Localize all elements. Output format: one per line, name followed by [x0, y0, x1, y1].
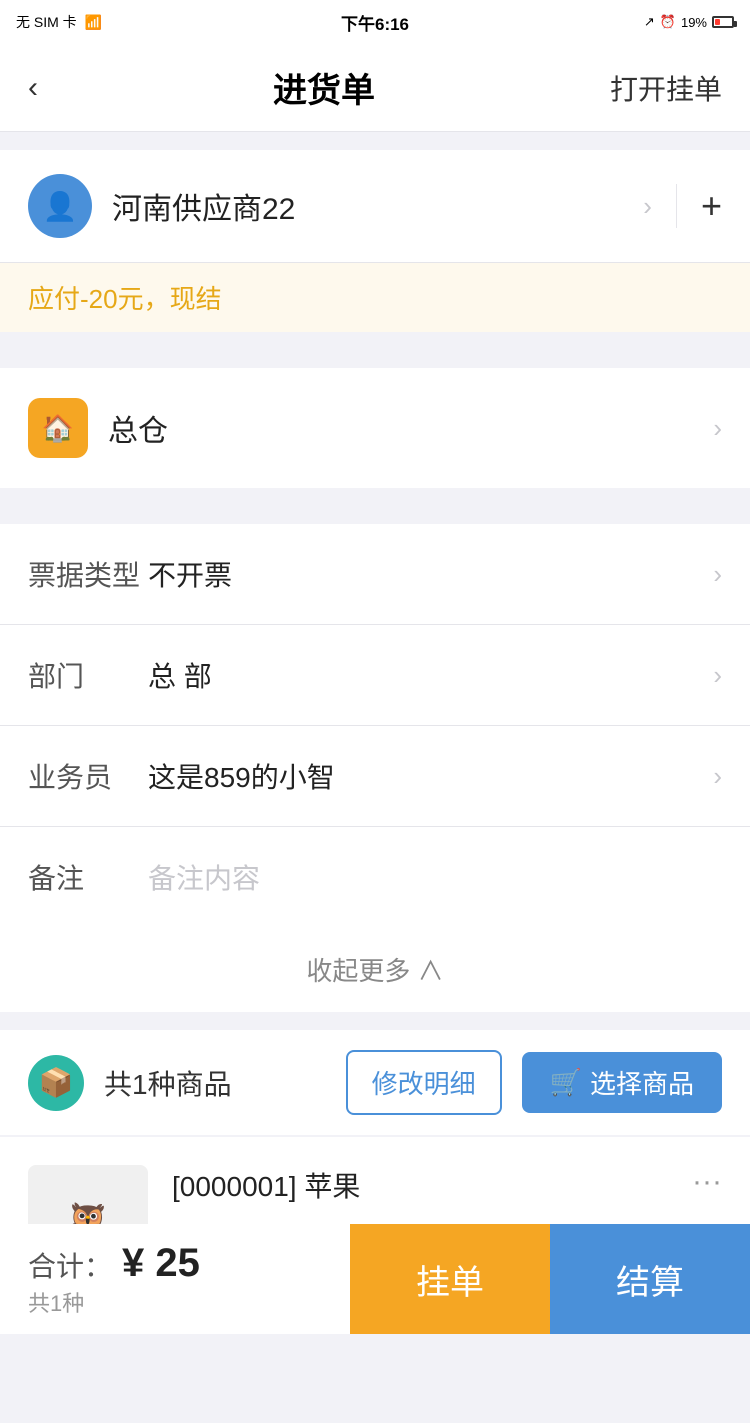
remarks-row[interactable]: 备注 备注内容 [0, 827, 750, 927]
more-options-button[interactable]: ··· [692, 1165, 722, 1199]
invoice-type-label: 票据类型 [28, 554, 148, 594]
salesperson-row[interactable]: 业务员 这是859的小智 › [0, 726, 750, 827]
settle-button[interactable]: 结算 [550, 1224, 750, 1334]
select-product-button[interactable]: 🛒 选择商品 [522, 1052, 722, 1113]
product-code: [0000001] [172, 1171, 304, 1202]
footer-total: 合计： ¥ 25 共1种 [0, 1241, 350, 1318]
products-count: 共1种商品 [104, 1063, 326, 1103]
warehouse-section: 🏠 总仓 › [0, 368, 750, 488]
battery-icon [712, 16, 734, 28]
remarks-label: 备注 [28, 857, 148, 897]
warehouse-icon-wrap: 🏠 [28, 398, 88, 458]
page-title: 进货单 [273, 63, 375, 112]
footer: 合计： ¥ 25 共1种 挂单 结算 [0, 1224, 750, 1334]
nav-bar: ‹ 进货单 打开挂单 [0, 44, 750, 132]
hang-order-button[interactable]: 挂单 [350, 1224, 550, 1334]
invoice-type-chevron-icon: › [713, 559, 722, 590]
product-title: 苹果 [304, 1171, 360, 1202]
supplier-avatar: 👤 [28, 174, 92, 238]
warehouse-icon: 🏠 [42, 413, 74, 444]
salesperson-chevron-icon: › [713, 761, 722, 792]
department-value: 总 部 [148, 655, 713, 695]
add-button[interactable]: + [701, 185, 722, 227]
warehouse-row[interactable]: 🏠 总仓 › [0, 368, 750, 488]
supplier-row[interactable]: 👤 河南供应商22 › + [0, 150, 750, 263]
vertical-divider [676, 184, 677, 228]
cart-icon: 🛒 [550, 1067, 582, 1098]
products-header: 📦 共1种商品 修改明细 🛒 选择商品 [0, 1030, 750, 1135]
edit-detail-button[interactable]: 修改明细 [346, 1050, 502, 1115]
status-left: 无 SIM 卡 📶 [16, 12, 102, 32]
supplier-chevron-icon: › [643, 191, 652, 222]
alarm-icon: ⏰ [660, 14, 676, 30]
supplier-name: 河南供应商22 [112, 184, 643, 228]
form-section: 票据类型 不开票 › 部门 总 部 › 业务员 这是859的小智 › 备注 备注… [0, 524, 750, 927]
open-pending-button[interactable]: 打开挂单 [610, 68, 722, 108]
products-icon: 📦 [39, 1066, 74, 1099]
products-icon-wrap: 📦 [28, 1055, 84, 1111]
status-right: ↗ ⏰ 19% [644, 14, 734, 30]
status-bar: 无 SIM 卡 📶 下午6:16 ↗ ⏰ 19% [0, 0, 750, 44]
back-button[interactable]: ‹ [28, 71, 38, 105]
payable-notice: 应付-20元，现结 [0, 263, 750, 332]
warehouse-name: 总仓 [108, 406, 713, 450]
department-row[interactable]: 部门 总 部 › [0, 625, 750, 726]
supplier-section: 👤 河南供应商22 › + 应付-20元，现结 [0, 150, 750, 332]
product-name: [0000001] 苹果 [172, 1165, 668, 1205]
status-time: 下午6:16 [341, 10, 409, 35]
salesperson-value: 这是859的小智 [148, 756, 713, 796]
select-product-label: 选择商品 [590, 1064, 694, 1101]
location-icon: ↗ [644, 14, 655, 30]
invoice-type-value: 不开票 [148, 554, 713, 594]
total-amount: ¥ 25 [122, 1241, 200, 1286]
salesperson-label: 业务员 [28, 756, 148, 796]
collapse-label: 收起更多 ∧ [306, 951, 443, 988]
total-label: 合计： [28, 1245, 112, 1285]
remarks-value: 备注内容 [148, 857, 722, 897]
carrier-text: 无 SIM 卡 [16, 12, 77, 32]
payable-text: 应付-20元，现结 [28, 284, 222, 314]
department-label: 部门 [28, 655, 148, 695]
warehouse-chevron-icon: › [713, 413, 722, 444]
collapse-row[interactable]: 收起更多 ∧ [0, 927, 750, 1012]
invoice-type-row[interactable]: 票据类型 不开票 › [0, 524, 750, 625]
footer-count: 共1种 [28, 1286, 322, 1318]
battery-percent: 19% [681, 15, 707, 30]
wifi-icon: 📶 [85, 14, 102, 31]
department-chevron-icon: › [713, 660, 722, 691]
person-icon: 👤 [43, 190, 78, 223]
